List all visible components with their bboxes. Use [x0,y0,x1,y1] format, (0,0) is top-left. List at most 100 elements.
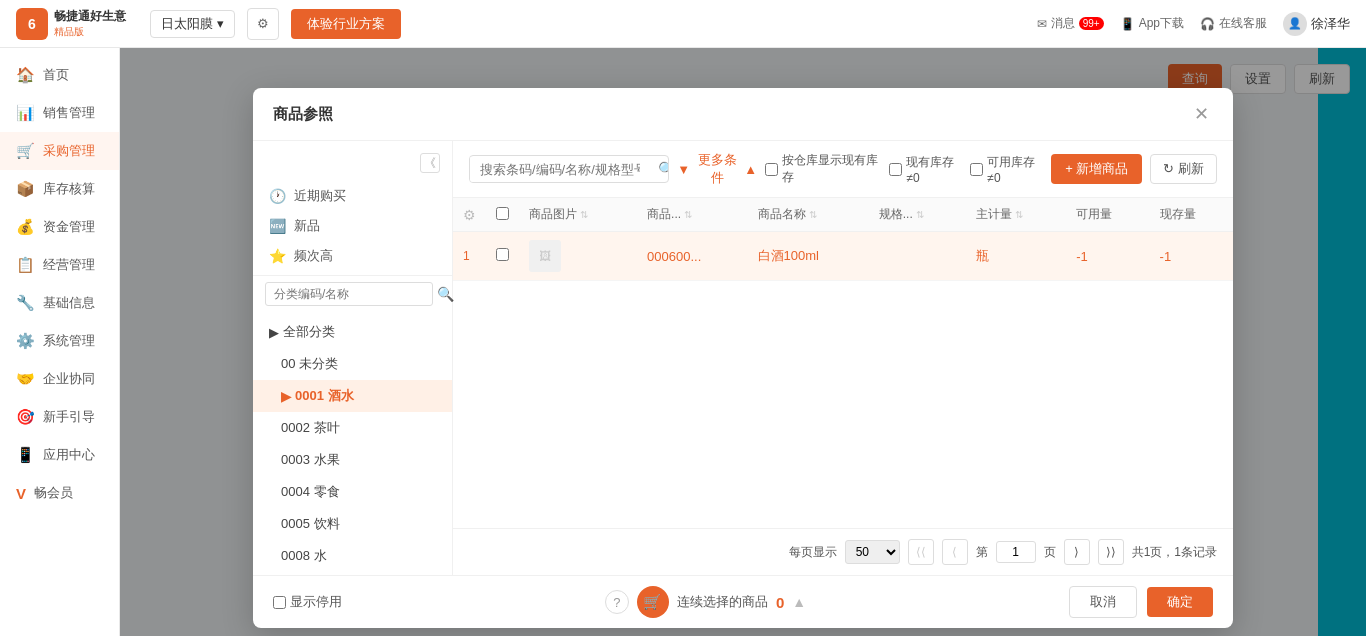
table-toolbar: 🔍 ▼ 更多条件 ▲ 按仓库显示现有库存 [453,141,1233,198]
table-settings-icon[interactable]: ⚙ [463,207,476,223]
refresh-product-btn[interactable]: ↻ 刷新 [1150,154,1217,184]
sidebar-item-guide[interactable]: 🎯 新手引导 [0,398,119,436]
app-download-btn[interactable]: 📱 App下载 [1120,15,1184,32]
logo-area: 6 畅捷通好生意 精品版 [16,8,126,40]
product-table: ⚙ 商品图片 ⇅ [453,198,1233,281]
filter-icon: ▼ [677,162,690,177]
sidebar-item-collab[interactable]: 🤝 企业协同 [0,360,119,398]
user-area[interactable]: 👤 徐泽华 [1283,12,1350,36]
col-name: 商品名称 ⇅ [748,198,869,232]
finance-icon: 💰 [16,218,35,236]
cat-item-00[interactable]: 00 未分类 [253,348,452,380]
cart-icon[interactable]: 🛒 [637,586,669,618]
sidebar-item-home[interactable]: 🏠 首页 [0,56,119,94]
product-search-btn[interactable]: 🔍 [650,156,669,182]
cell-stock: -1 [1150,232,1233,281]
store-selector[interactable]: 日太阳膜 ▾ [150,10,235,38]
recent-buy-item[interactable]: 🕐 近期购买 [253,181,452,211]
home-icon: 🏠 [16,66,35,84]
sidebar-item-basic[interactable]: 🔧 基础信息 [0,284,119,322]
cat-item-0001[interactable]: ▶ 0001 酒水 [253,380,452,412]
col-spec: 规格... ⇅ [869,198,966,232]
messages-btn[interactable]: ✉ 消息 99+ [1037,15,1104,32]
purchase-icon: 🛒 [16,142,35,160]
pagination-row: 每页显示 50 10 20 100 ⟨⟨ ⟨ 第 页 [453,528,1233,575]
right-panel: 🔍 ▼ 更多条件 ▲ 按仓库显示现有库存 [453,141,1233,575]
online-service-btn[interactable]: 🎧 在线客服 [1200,15,1267,32]
row-checkbox[interactable] [496,248,509,261]
available-stock-check[interactable] [970,163,983,176]
help-icon[interactable]: ? [605,590,629,614]
prev-page-btn[interactable]: ⟨ [942,539,968,565]
sidebar-item-purchase[interactable]: 🛒 采购管理 [0,132,119,170]
sidebar-item-member[interactable]: V 畅会员 [0,474,119,512]
category-search-btn[interactable]: 🔍 [437,286,454,302]
member-icon: V [16,485,26,502]
headset-icon: 🎧 [1200,17,1215,31]
sidebar-item-inventory[interactable]: 📦 库存核算 [0,170,119,208]
collapse-up-btn[interactable]: ▲ [792,594,806,610]
footer-right: 取消 确定 [1069,586,1213,618]
product-search-input[interactable] [470,157,650,182]
cell-check [486,232,519,281]
sidebar-item-system[interactable]: ⚙️ 系统管理 [0,322,119,360]
experience-btn[interactable]: 体验行业方案 [291,9,401,39]
cat-item-0005[interactable]: 0005 饮料 [253,508,452,540]
available-stock-checkbox[interactable]: 可用库存≠0 [970,154,1043,185]
table-row[interactable]: 1 🖼 [453,232,1233,281]
modal-overlay: 商品参照 ✕ 《 🕐 近期购买 [120,48,1366,636]
cell-name: 白酒100ml [748,232,869,281]
image-placeholder-icon: 🖼 [539,249,551,263]
sidebar-item-apps[interactable]: 📱 应用中心 [0,436,119,474]
col-num: ⚙ [453,198,486,232]
main-layout: 🏠 首页 📊 销售管理 🛒 采购管理 📦 库存核算 💰 资金管理 📋 经营管理 … [0,48,1366,636]
product-thumbnail: 🖼 [529,240,561,272]
top-nav: 6 畅捷通好生意 精品版 日太阳膜 ▾ ⚙ 体验行业方案 ✉ 消息 99+ 📱 … [0,0,1366,48]
select-all-checkbox[interactable] [496,207,509,220]
cell-spec [869,232,966,281]
cancel-btn[interactable]: 取消 [1069,586,1137,618]
collapse-left-btn[interactable]: 《 [420,153,440,173]
cell-unit: 瓶 [966,232,1066,281]
frequent-item[interactable]: ⭐ 频次高 [253,241,452,271]
cat-item-all[interactable]: ▶ 全部分类 [253,316,452,348]
basic-icon: 🔧 [16,294,35,312]
modal-footer: 显示停用 ? 🛒 连续选择的商品 0 ▲ 取消 确定 [253,575,1233,628]
new-icon: 🆕 [269,218,286,234]
modal-close-btn[interactable]: ✕ [1189,102,1213,126]
content-area: 查询 设置 刷新 商品参照 ✕ [120,48,1366,636]
modal-title: 商品参照 [273,105,333,124]
modal-header: 商品参照 ✕ [253,88,1233,141]
first-page-btn[interactable]: ⟨⟨ [908,539,934,565]
current-stock-checkbox[interactable]: 现有库存≠0 [889,154,962,185]
cat-item-0008[interactable]: 0008 水 [253,540,452,567]
cat-item-0003[interactable]: 0003 水果 [253,444,452,476]
footer-left: 显示停用 [273,593,342,611]
logo-icon: 6 [16,8,48,40]
confirm-btn[interactable]: 确定 [1147,587,1213,617]
show-stock-check[interactable] [765,163,778,176]
sidebar-item-finance[interactable]: 💰 资金管理 [0,208,119,246]
filter-btn[interactable]: ▼ 更多条件 ▲ [677,151,757,187]
clock-icon: 🕐 [269,188,286,204]
last-page-btn[interactable]: ⟩⟩ [1098,539,1124,565]
next-page-btn[interactable]: ⟩ [1064,539,1090,565]
page-input[interactable] [996,541,1036,563]
category-search-input[interactable] [265,282,433,306]
table-body: 1 🖼 [453,232,1233,281]
per-page-select[interactable]: 50 10 20 100 [845,540,900,564]
sidebar-item-sales[interactable]: 📊 销售管理 [0,94,119,132]
footer-cart: ? 🛒 连续选择的商品 0 ▲ [605,586,806,618]
new-products-item[interactable]: 🆕 新品 [253,211,452,241]
settings-icon-btn[interactable]: ⚙ [247,8,279,40]
show-disabled-checkbox[interactable] [273,596,286,609]
show-disabled-label[interactable]: 显示停用 [273,593,342,611]
left-panel-top: 《 [253,149,452,181]
cat-item-0002[interactable]: 0002 茶叶 [253,412,452,444]
add-product-btn[interactable]: + 新增商品 [1051,154,1142,184]
current-stock-check[interactable] [889,163,902,176]
show-stock-checkbox[interactable]: 按仓库显示现有库存 [765,152,881,186]
sidebar: 🏠 首页 📊 销售管理 🛒 采购管理 📦 库存核算 💰 资金管理 📋 经营管理 … [0,48,120,636]
cat-item-0004[interactable]: 0004 零食 [253,476,452,508]
sidebar-item-operations[interactable]: 📋 经营管理 [0,246,119,284]
